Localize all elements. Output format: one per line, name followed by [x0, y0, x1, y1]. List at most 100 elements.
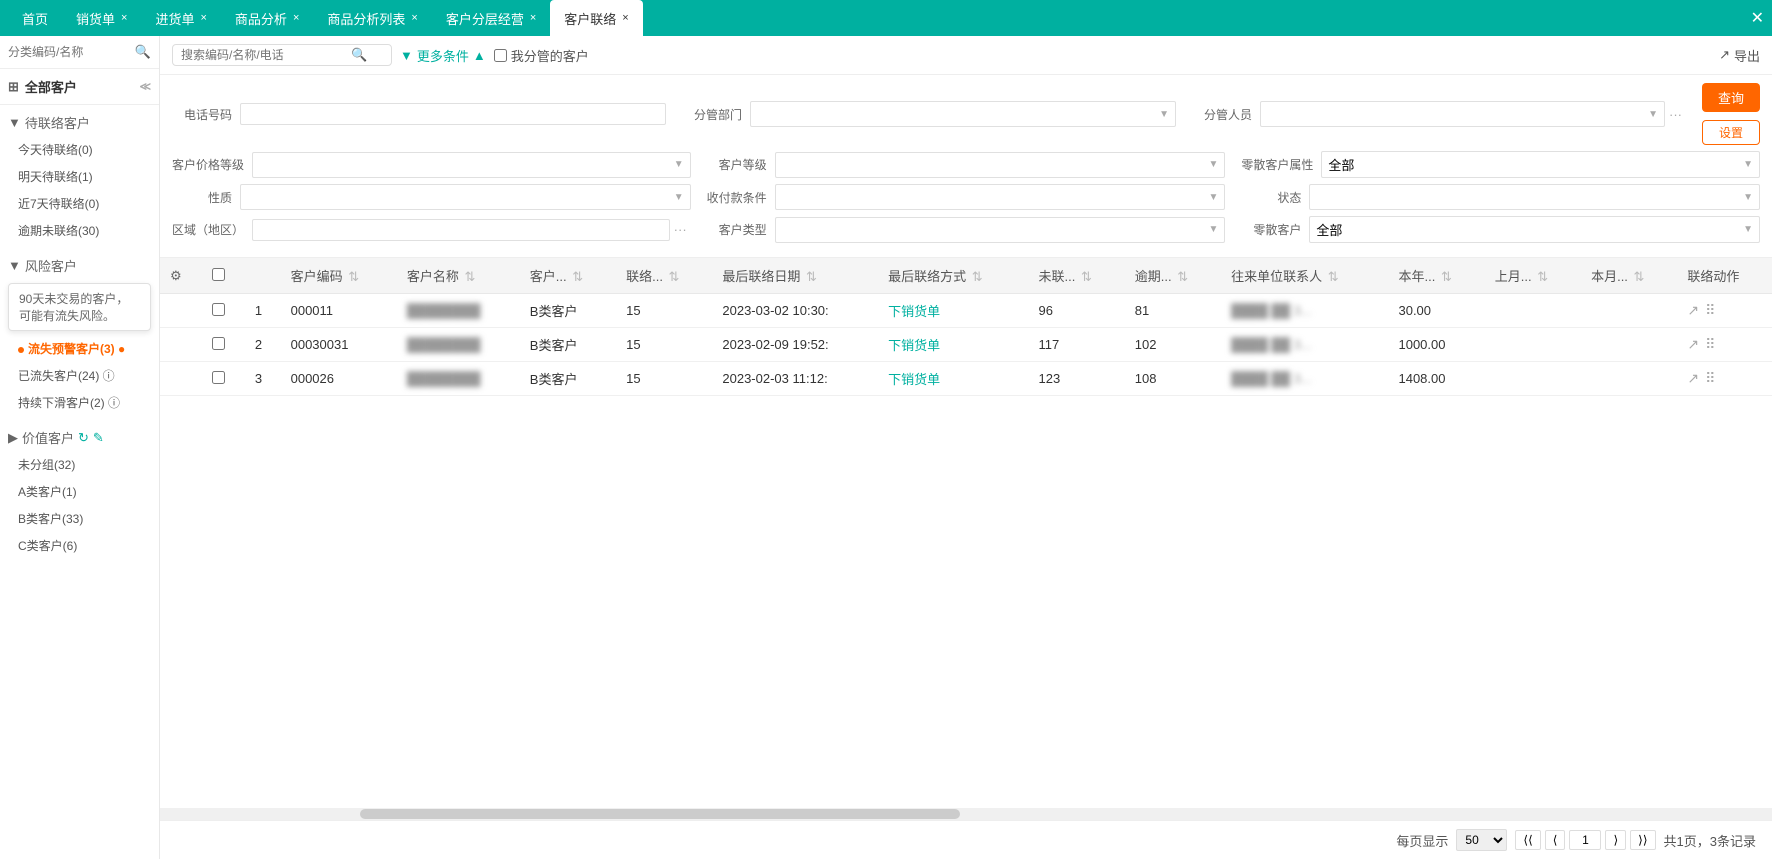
- this-year-th[interactable]: 本年... ⇅: [1388, 258, 1484, 294]
- sort-icon-unit: ⇅: [1328, 269, 1339, 284]
- filter-retail-attr: 零散客户属性 全部▼: [1241, 151, 1760, 178]
- tab-customer-contact-close[interactable]: ×: [622, 12, 628, 24]
- contact-way-link[interactable]: 下销货单: [888, 304, 940, 319]
- overdue-th[interactable]: 逾期... ⇅: [1125, 258, 1221, 294]
- filter-customer-level-select[interactable]: ▼: [775, 152, 1226, 178]
- row-name: ████████: [397, 362, 520, 396]
- filter-person-select[interactable]: ▼: [1260, 101, 1665, 127]
- settings-button[interactable]: 设置: [1702, 120, 1760, 145]
- tab-customer-tier[interactable]: 客户分层经营 ×: [432, 0, 550, 36]
- sidebar-section-risk-title[interactable]: ▼ 风险客户: [0, 252, 159, 279]
- sidebar: 🔍 ⊞ 全部客户 ≪ ▼ 待联络客户 今天待联络(0) 明天待联络(1) 近7天…: [0, 36, 160, 859]
- sidebar-search-input[interactable]: [8, 45, 131, 59]
- contact-th[interactable]: 联络... ⇅: [616, 258, 712, 294]
- sidebar-item-b-class[interactable]: B类客户(33): [0, 505, 159, 532]
- filter-customer-type-select[interactable]: ▼: [775, 217, 1226, 243]
- sidebar-item-7days[interactable]: 近7天待联络(0): [0, 190, 159, 217]
- row-index: 1: [245, 294, 281, 328]
- contact-way-link[interactable]: 下销货单: [888, 372, 940, 387]
- tab-analysis-close[interactable]: ×: [293, 12, 299, 24]
- settings-th[interactable]: ⚙: [160, 258, 202, 294]
- this-month-th[interactable]: 本月... ⇅: [1581, 258, 1677, 294]
- row-select-checkbox[interactable]: [212, 303, 225, 316]
- type-th[interactable]: 客户... ⇅: [520, 258, 616, 294]
- sidebar-item-a-class[interactable]: A类客户(1): [0, 478, 159, 505]
- name-th[interactable]: 客户名称 ⇅: [397, 258, 520, 294]
- close-all-tabs[interactable]: ✕: [1751, 8, 1764, 28]
- filter-retail-customer-select[interactable]: 全部▼: [1309, 216, 1760, 243]
- row-select-checkbox[interactable]: [212, 337, 225, 350]
- filter-status-select[interactable]: ▼: [1309, 184, 1760, 210]
- contact-action-icon[interactable]: ↗: [1687, 336, 1699, 353]
- unit-contact-blurred: ████ ██ 3...: [1231, 303, 1312, 318]
- customer-name-blurred: ████████: [407, 337, 481, 352]
- row-select-checkbox[interactable]: [212, 371, 225, 384]
- tab-analysis-list-close[interactable]: ×: [411, 12, 417, 24]
- tab-home[interactable]: 首页: [8, 0, 62, 36]
- search-button[interactable]: 🔍: [351, 47, 367, 63]
- row-last-contact-way: 下销货单: [878, 294, 1028, 328]
- tab-customer-tier-close[interactable]: ×: [530, 12, 536, 24]
- contact-action-icon[interactable]: ↗: [1687, 302, 1699, 319]
- chevron-down-icon: ▼: [1159, 109, 1169, 120]
- last-contact-date-th[interactable]: 最后联络日期 ⇅: [712, 258, 878, 294]
- tab-sales[interactable]: 销货单 ×: [62, 0, 141, 36]
- query-button[interactable]: 查询: [1702, 83, 1760, 112]
- more-action-icon[interactable]: ⠿: [1705, 302, 1715, 319]
- search-input[interactable]: [181, 48, 351, 62]
- filter-dept-select[interactable]: ▼: [750, 101, 1176, 127]
- export-button[interactable]: ↗ 导出: [1719, 46, 1760, 65]
- sidebar-item-tomorrow[interactable]: 明天待联络(1): [0, 163, 159, 190]
- contact-action-icon[interactable]: ↗: [1687, 370, 1699, 387]
- edit-icon[interactable]: ✎: [93, 430, 104, 446]
- next-page-btn[interactable]: ⟩: [1605, 830, 1626, 850]
- sidebar-section-pending-title[interactable]: ▼ 待联络客户: [0, 109, 159, 136]
- first-page-btn[interactable]: ⟨⟨: [1515, 830, 1540, 850]
- page-number-input[interactable]: [1569, 830, 1601, 850]
- contact-way-link[interactable]: 下销货单: [888, 338, 940, 353]
- code-th[interactable]: 客户编码 ⇅: [281, 258, 397, 294]
- filter-region-input[interactable]: [252, 219, 670, 241]
- table-header-row: ⚙ 客户编码 ⇅ 客户名称 ⇅ 客户... ⇅ 联络... ⇅ 最后联络日期 ⇅…: [160, 258, 1772, 294]
- filter-region-more[interactable]: ···: [670, 222, 691, 237]
- checkbox-th: [202, 258, 245, 294]
- sidebar-section-value-title[interactable]: ▶ 价值客户 ↻ ✎: [0, 424, 159, 451]
- more-action-icon[interactable]: ⠿: [1705, 370, 1715, 387]
- sidebar-item-declining[interactable]: 持续下滑客户(2) ⓘ: [0, 389, 159, 416]
- filter-payment-select[interactable]: ▼: [775, 184, 1226, 210]
- select-all-checkbox[interactable]: [212, 268, 225, 281]
- filter-retail-attr-select[interactable]: 全部▼: [1321, 151, 1760, 178]
- prev-page-btn[interactable]: ⟨: [1545, 830, 1566, 850]
- sidebar-item-c-class[interactable]: C类客户(6): [0, 532, 159, 559]
- my-customers-checkbox[interactable]: [494, 49, 507, 62]
- unit-contact-th[interactable]: 往来单位联系人 ⇅: [1221, 258, 1388, 294]
- last-page-btn[interactable]: ⟩⟩: [1630, 830, 1655, 850]
- sidebar-item-ungrouped[interactable]: 未分组(32): [0, 451, 159, 478]
- last-contact-way-th[interactable]: 最后联络方式 ⇅: [878, 258, 1028, 294]
- last-month-th[interactable]: 上月... ⇅: [1485, 258, 1581, 294]
- tab-customer-contact[interactable]: 客户联络 ×: [550, 0, 642, 36]
- refresh-icon[interactable]: ↻: [78, 430, 89, 446]
- sidebar-item-today[interactable]: 今天待联络(0): [0, 136, 159, 163]
- sidebar-item-churn-warning[interactable]: 流失预警客户(3) ●: [0, 335, 159, 362]
- filter-retail-customer-label: 零散客户: [1241, 221, 1301, 238]
- tab-purchase[interactable]: 进货单 ×: [141, 0, 220, 36]
- collapse-icon[interactable]: ≪: [139, 80, 151, 93]
- sidebar-item-churned[interactable]: 已流失客户(24) ⓘ: [0, 362, 159, 389]
- tab-purchase-close[interactable]: ×: [200, 12, 206, 24]
- no-contact-th[interactable]: 未联... ⇅: [1028, 258, 1124, 294]
- tab-analysis-list[interactable]: 商品分析列表 ×: [313, 0, 431, 36]
- filter-price-level-select[interactable]: ▼: [252, 152, 691, 178]
- horizontal-scrollbar[interactable]: [160, 808, 1772, 820]
- filter-phone-input[interactable]: [240, 103, 666, 125]
- per-page-select[interactable]: 50 20 100: [1456, 829, 1507, 851]
- scrollbar-thumb[interactable]: [360, 809, 960, 819]
- filter-more-icon[interactable]: ···: [1665, 107, 1686, 122]
- more-action-icon[interactable]: ⠿: [1705, 336, 1715, 353]
- more-conditions-btn[interactable]: ▼ 更多条件 ▲: [400, 46, 486, 65]
- filter-nature-select[interactable]: ▼: [240, 184, 691, 210]
- sidebar-item-overdue-contact[interactable]: 逾期未联络(30): [0, 217, 159, 244]
- sidebar-all-customers[interactable]: ⊞ 全部客户 ≪: [0, 69, 159, 105]
- tab-analysis[interactable]: 商品分析 ×: [221, 0, 313, 36]
- tab-sales-close[interactable]: ×: [121, 12, 127, 24]
